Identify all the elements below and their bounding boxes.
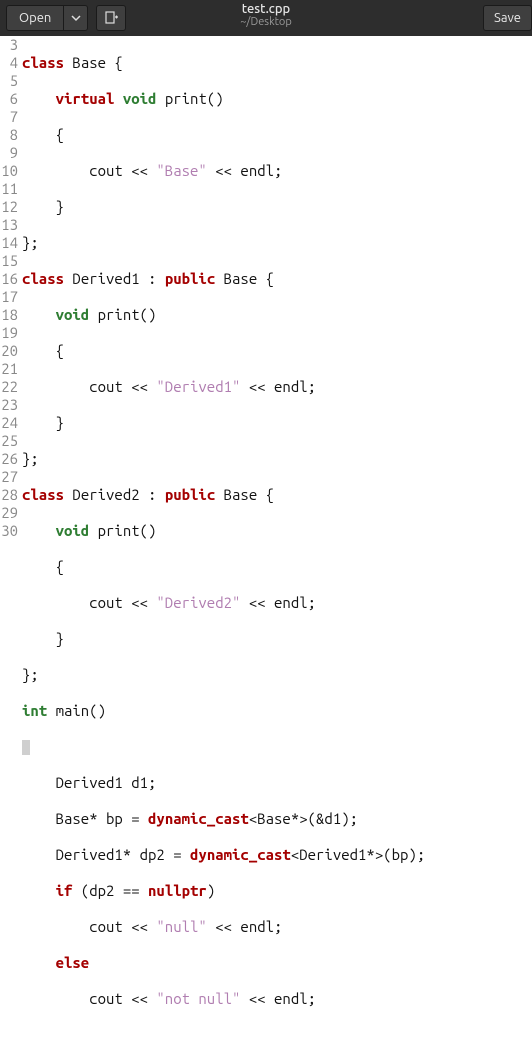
line-number: 12 [0,198,18,216]
open-button[interactable]: Open [6,5,64,31]
titlebar: Open test.cpp ~/Desktop Save [0,0,532,36]
line-number: 17 [0,288,18,306]
line-number: 24 [0,414,18,432]
line-number: 4 [0,54,18,72]
line-number: 15 [0,252,18,270]
line-number: 10 [0,162,18,180]
line-number: 25 [0,432,18,450]
line-gutter: 3456789101112131415161718192021222324252… [0,36,22,1056]
line-number: 11 [0,180,18,198]
line-number: 26 [0,450,18,468]
cursor [22,740,30,755]
line-number: 28 [0,486,18,504]
line-number: 14 [0,234,18,252]
line-number: 9 [0,144,18,162]
line-number: 16 [0,270,18,288]
code-area[interactable]: class Base { virtual void print() { cout… [22,36,532,1056]
chevron-down-icon [71,13,81,23]
new-document-button[interactable] [96,5,126,31]
line-number: 5 [0,72,18,90]
line-number: 20 [0,342,18,360]
editor[interactable]: 3456789101112131415161718192021222324252… [0,36,532,1056]
line-number: 13 [0,216,18,234]
new-document-icon [104,11,118,25]
title-area: test.cpp ~/Desktop [240,2,292,28]
line-number: 6 [0,90,18,108]
line-number: 19 [0,324,18,342]
line-number: 30 [0,522,18,540]
line-number: 8 [0,126,18,144]
open-dropdown[interactable] [64,5,88,31]
line-number: 29 [0,504,18,522]
line-number: 18 [0,306,18,324]
title-path: ~/Desktop [240,16,292,28]
title-filename: test.cpp [240,2,292,16]
line-number: 3 [0,36,18,54]
line-number: 27 [0,468,18,486]
line-number: 23 [0,396,18,414]
save-button[interactable]: Save [483,5,532,31]
line-number: 7 [0,108,18,126]
line-number: 22 [0,378,18,396]
line-number: 21 [0,360,18,378]
